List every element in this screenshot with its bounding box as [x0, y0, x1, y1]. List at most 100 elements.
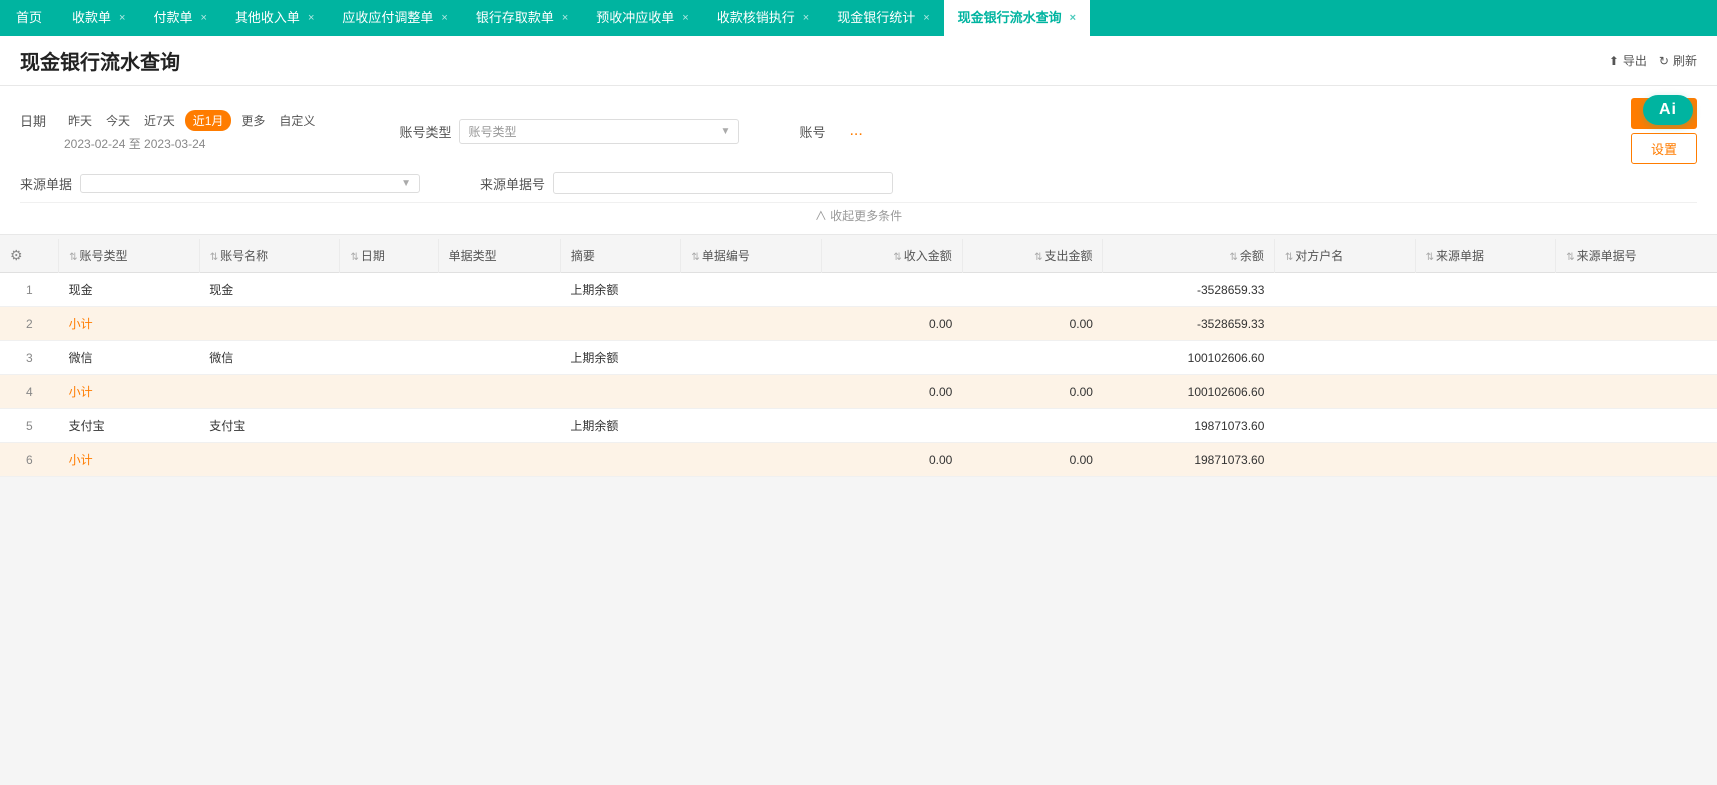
th-date-label: 日期: [361, 249, 385, 263]
td-index: 6: [0, 443, 59, 477]
date-btn-more[interactable]: 更多: [237, 110, 269, 131]
nav-close-4[interactable]: ×: [562, 0, 568, 36]
nav-item-4[interactable]: 银行存取款单 ×: [462, 0, 582, 36]
nav-close-1[interactable]: ×: [200, 0, 206, 36]
nav-close-0[interactable]: ×: [119, 0, 125, 36]
source-doc-select[interactable]: ▼: [80, 174, 420, 193]
source-doc-no-input[interactable]: [553, 172, 893, 194]
td-expense: 0.00: [962, 375, 1103, 409]
th-summary[interactable]: 摘要: [560, 239, 681, 273]
td-doc-no: [681, 443, 822, 477]
nav-label-5: 预收冲应收单: [596, 0, 674, 36]
td-income: 0.00: [822, 307, 963, 341]
th-balance[interactable]: ⇅余额: [1103, 239, 1274, 273]
th-gear[interactable]: ⚙: [0, 239, 59, 273]
th-doc-no-label: 单据编号: [702, 249, 750, 263]
nav-item-6[interactable]: 收款核销执行 ×: [703, 0, 823, 36]
nav-label-8: 现金银行流水查询: [958, 0, 1062, 36]
nav-close-8[interactable]: ×: [1070, 0, 1076, 36]
td-account-name: 现金: [199, 273, 340, 307]
td-source-doc-no: [1556, 375, 1717, 409]
td-summary: 上期余额: [560, 273, 681, 307]
td-date: [340, 443, 438, 477]
sort-icon-date: ⇅: [350, 252, 358, 263]
nav-item-8[interactable]: 现金银行流水查询 ×: [944, 0, 1090, 36]
td-balance: -3528659.33: [1103, 307, 1274, 341]
td-source-doc: [1415, 375, 1556, 409]
account-type-placeholder: 账号类型: [468, 123, 516, 140]
nav-home[interactable]: 首页: [0, 0, 58, 36]
table-wrap: ⚙ ⇅账号类型 ⇅账号名称 ⇅日期 单据类型 摘要 ⇅单据编号 ⇅收入金额 ⇅支…: [0, 239, 1717, 477]
date-btn-7days[interactable]: 近7天: [140, 110, 179, 131]
th-date[interactable]: ⇅日期: [340, 239, 438, 273]
date-label: 日期: [20, 111, 56, 130]
nav-item-2[interactable]: 其他收入单 ×: [221, 0, 328, 36]
account-type-select[interactable]: 账号类型 ▼: [459, 119, 739, 144]
account-dots-button[interactable]: ...: [843, 122, 868, 140]
table-row: 5支付宝支付宝上期余额19871073.60: [0, 409, 1717, 443]
td-doc-no: [681, 341, 822, 375]
td-index: 1: [0, 273, 59, 307]
nav-close-5[interactable]: ×: [682, 0, 688, 36]
th-source-doc[interactable]: ⇅来源单据: [1415, 239, 1556, 273]
nav-item-7[interactable]: 现金银行统计 ×: [823, 0, 943, 36]
td-summary: 上期余额: [560, 409, 681, 443]
td-expense: 0.00: [962, 307, 1103, 341]
td-balance: 100102606.60: [1103, 341, 1274, 375]
ai-badge[interactable]: Ai: [1643, 95, 1693, 125]
td-income: [822, 409, 963, 443]
filter-row-1: 日期 昨天 今天 近7天 近1月 更多 自定义 2023-02-24 至 202…: [20, 98, 1697, 164]
settings-button[interactable]: 设置: [1631, 133, 1697, 164]
nav-item-1[interactable]: 付款单 ×: [139, 0, 220, 36]
page-title: 现金银行流水查询: [20, 46, 180, 75]
th-income-label: 收入金额: [904, 249, 952, 263]
date-btn-custom[interactable]: 自定义: [275, 110, 319, 131]
td-expense: 0.00: [962, 443, 1103, 477]
nav-close-7[interactable]: ×: [923, 0, 929, 36]
th-source-doc-no[interactable]: ⇅来源单据号: [1556, 239, 1717, 273]
th-doc-type[interactable]: 单据类型: [438, 239, 560, 273]
nav-close-6[interactable]: ×: [803, 0, 809, 36]
export-button[interactable]: ⬆ 导出: [1609, 52, 1647, 69]
th-counterparty[interactable]: ⇅对方户名: [1274, 239, 1415, 273]
nav-item-5[interactable]: 预收冲应收单 ×: [582, 0, 702, 36]
date-btn-1month[interactable]: 近1月: [185, 110, 232, 131]
td-date: [340, 375, 438, 409]
th-account-type-label: 账号类型: [79, 249, 127, 263]
td-date: [340, 409, 438, 443]
th-income[interactable]: ⇅收入金额: [822, 239, 963, 273]
td-expense: [962, 409, 1103, 443]
td-doc-type: [438, 307, 560, 341]
collapse-label: 收起更多条件: [830, 209, 902, 223]
source-doc-no-label: 来源单据号: [480, 174, 545, 193]
td-doc-type: [438, 409, 560, 443]
td-account-type: 现金: [59, 273, 200, 307]
date-btn-yesterday[interactable]: 昨天: [64, 110, 96, 131]
source-doc-no-field[interactable]: [562, 176, 884, 190]
th-account-name[interactable]: ⇅账号名称: [199, 239, 340, 273]
refresh-button[interactable]: ↻ 刷新: [1659, 52, 1697, 69]
th-doc-no[interactable]: ⇅单据编号: [681, 239, 822, 273]
account-type-label: 账号类型: [399, 122, 451, 141]
td-balance: 19871073.60: [1103, 409, 1274, 443]
nav-item-3[interactable]: 应收应付调整单 ×: [328, 0, 461, 36]
nav-item-0[interactable]: 收款单 ×: [58, 0, 139, 36]
nav-close-3[interactable]: ×: [441, 0, 447, 36]
collapse-icon: ∧: [815, 209, 830, 223]
source-doc-chevron: ▼: [401, 178, 411, 189]
data-table: ⚙ ⇅账号类型 ⇅账号名称 ⇅日期 单据类型 摘要 ⇅单据编号 ⇅收入金额 ⇅支…: [0, 239, 1717, 477]
export-icon: ⬆: [1609, 54, 1619, 68]
date-btn-today[interactable]: 今天: [102, 110, 134, 131]
sort-icon-doc-no: ⇅: [691, 252, 699, 263]
collapse-bar[interactable]: ∧ 收起更多条件: [20, 202, 1697, 226]
nav-close-2[interactable]: ×: [308, 0, 314, 36]
th-account-type[interactable]: ⇅账号类型: [59, 239, 200, 273]
th-source-doc-label: 来源单据: [1436, 249, 1484, 263]
td-source-doc-no: [1556, 409, 1717, 443]
td-index: 2: [0, 307, 59, 341]
th-balance-label: 余额: [1240, 249, 1264, 263]
td-doc-no: [681, 273, 822, 307]
th-expense[interactable]: ⇅支出金额: [962, 239, 1103, 273]
table-row: 2小计0.000.00-3528659.33: [0, 307, 1717, 341]
sort-icon-account-name: ⇅: [210, 252, 218, 263]
